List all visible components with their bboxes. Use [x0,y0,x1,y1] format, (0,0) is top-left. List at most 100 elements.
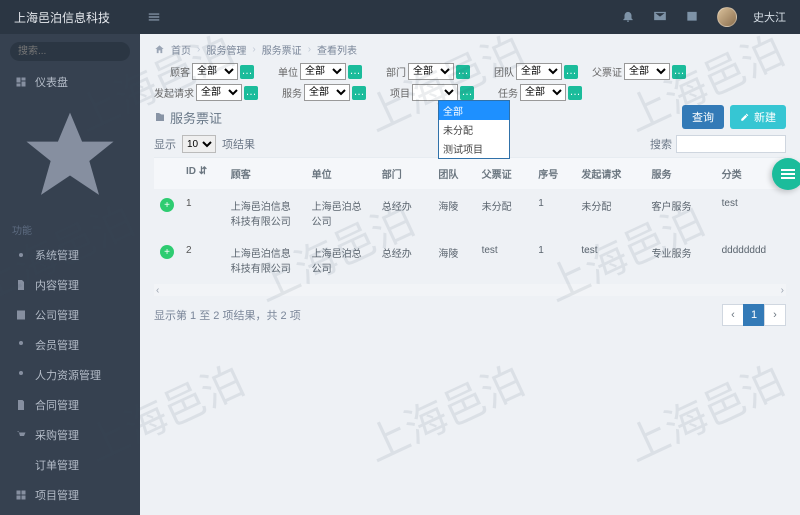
page-size-select[interactable]: 10 [182,135,216,153]
filter-项目: 项目 … [374,84,474,101]
filter-select[interactable]: 全部 [192,63,238,80]
filter-部门: 部门 全部 … [370,63,470,80]
col-header[interactable]: 团队 [432,158,475,190]
calendar-icon[interactable] [685,9,701,25]
query-button[interactable]: 查询 [682,105,724,129]
menu-toggle-icon[interactable] [140,3,168,31]
breadcrumb: 首页› 服务管理› 服务票证› 查看列表 [154,42,786,57]
filter-clear-icon[interactable]: … [568,86,582,100]
col-header[interactable]: 父票证 [476,158,533,190]
sidebar-item-grid[interactable]: 项目管理 [0,480,140,510]
sidebar-item-label: 合同管理 [35,397,79,413]
col-header[interactable]: 部门 [376,158,433,190]
sidebar-item-star: 功能 [0,97,140,240]
filter-select[interactable]: 全部 [520,84,566,101]
avatar[interactable] [717,7,737,27]
sidebar-item-cube[interactable]: 产品管理 [0,510,140,515]
filter-clear-icon[interactable]: … [352,86,366,100]
col-header[interactable]: 服务 [646,158,716,190]
sidebar-item-list[interactable]: 订单管理 [0,450,140,480]
dropdown-option[interactable]: 全部 [439,101,509,120]
sidebar-item-gear[interactable]: 系统管理 [0,240,140,270]
table-container: ID ⇵顾客单位部门团队父票证序号发起请求服务分类标题描述 + 1 上海邑泊信息… [154,157,786,284]
cell-req: test [575,237,645,284]
star-icon [12,211,128,222]
cell-service: 客户服务 [646,190,716,237]
filter-label: 顾客 [154,64,190,79]
mail-icon[interactable] [653,9,669,25]
results-label: 项结果 [222,136,255,152]
filter-clear-icon[interactable]: … [244,86,258,100]
cart-icon [15,429,27,441]
filter-select[interactable]: 全部 [624,63,670,80]
sidebar-item-file[interactable]: 合同管理 [0,390,140,420]
filter-row-2: 全部 未分配 测试项目 发起请求 全部 …服务 全部 …项目 …任务 全部 … [154,84,786,101]
expand-row-icon[interactable]: + [160,198,174,212]
col-header[interactable]: 单位 [306,158,376,190]
filter-clear-icon[interactable]: … [564,65,578,79]
sidebar-item-users[interactable]: 会员管理 [0,330,140,360]
sidebar-item-cart[interactable]: 采购管理 [0,420,140,450]
sidebar-item-person[interactable]: 人力资源管理 [0,360,140,390]
cell-parent: 未分配 [476,190,533,237]
cell-seq: 1 [532,237,575,284]
cell-team: 海陵 [432,190,475,237]
sidebar-item-doc[interactable]: 内容管理 [0,270,140,300]
filter-clear-icon[interactable]: … [672,65,686,79]
sidebar-item-label: 仪表盘 [35,74,68,90]
results-summary: 显示第 1 至 2 项结果，共 2 项 [154,307,301,323]
dashboard-icon [15,76,27,88]
sidebar-item-label: 功能 [12,226,32,237]
filter-row-1: 顾客 全部 …单位 全部 …部门 全部 …团队 全部 …父票证 全部 … [154,63,786,80]
fab-menu-button[interactable] [772,158,800,190]
filter-select[interactable]: 全部 [196,84,242,101]
sidebar-item-label: 内容管理 [35,277,79,293]
filter-select[interactable]: 全部 [300,63,346,80]
filter-clear-icon[interactable]: … [240,65,254,79]
pager-next[interactable]: › [764,304,786,326]
horizontal-scrollbar[interactable]: ‹› [154,284,786,296]
expand-row-icon[interactable]: + [160,245,174,259]
bell-icon[interactable] [621,9,637,25]
filter-select[interactable]: 全部 [516,63,562,80]
pager-page[interactable]: 1 [743,304,765,326]
main-content: 首页› 服务管理› 服务票证› 查看列表 顾客 全部 …单位 全部 …部门 全部… [140,34,800,515]
filter-select[interactable] [412,84,458,101]
gear-icon [15,249,27,261]
user-name[interactable]: 史大江 [753,9,786,25]
table-header-row: ID ⇵顾客单位部门团队父票证序号发起请求服务分类标题描述 [154,158,786,190]
table-search-input[interactable] [676,135,786,153]
dropdown-option[interactable]: 测试项目 [439,139,509,158]
col-header[interactable]: ID ⇵ [180,158,225,190]
col-header[interactable]: 序号 [532,158,575,190]
pager-prev[interactable]: ‹ [722,304,744,326]
crumb[interactable]: 首页 [171,42,191,57]
sidebar-item-label: 人力资源管理 [35,367,101,383]
table-search-label: 搜索 [650,136,672,152]
sidebar-item-building[interactable]: 公司管理 [0,300,140,330]
crumb[interactable]: 服务票证 [262,42,302,57]
page-title: 服务票证 [154,108,222,127]
col-header[interactable]: 顾客 [225,158,306,190]
dropdown-option[interactable]: 未分配 [439,120,509,139]
crumb[interactable]: 服务管理 [206,42,246,57]
sidebar-search-input[interactable] [10,42,130,61]
project-dropdown-panel[interactable]: 全部 未分配 测试项目 [438,100,510,159]
filter-父票证: 父票证 全部 … [586,63,686,80]
filter-select[interactable]: 全部 [408,63,454,80]
cell-cat: test [716,190,786,237]
grid-icon [15,489,27,501]
filter-label: 部门 [370,64,406,79]
cell-req: 未分配 [575,190,645,237]
filter-clear-icon[interactable]: … [348,65,362,79]
col-header[interactable]: 发起请求 [575,158,645,190]
cell-unit: 上海邑泊总公司 [306,237,376,284]
filter-label: 单位 [262,64,298,79]
home-icon[interactable] [154,44,165,55]
table-row: + 1 上海邑泊信息科技有限公司 上海邑泊总公司 总经办 海陵 未分配 1 未分… [154,190,786,237]
filter-clear-icon[interactable]: … [460,86,474,100]
filter-clear-icon[interactable]: … [456,65,470,79]
sidebar-item-dashboard[interactable]: 仪表盘 [0,67,140,97]
filter-select[interactable]: 全部 [304,84,350,101]
create-button[interactable]: 新建 [730,105,786,129]
